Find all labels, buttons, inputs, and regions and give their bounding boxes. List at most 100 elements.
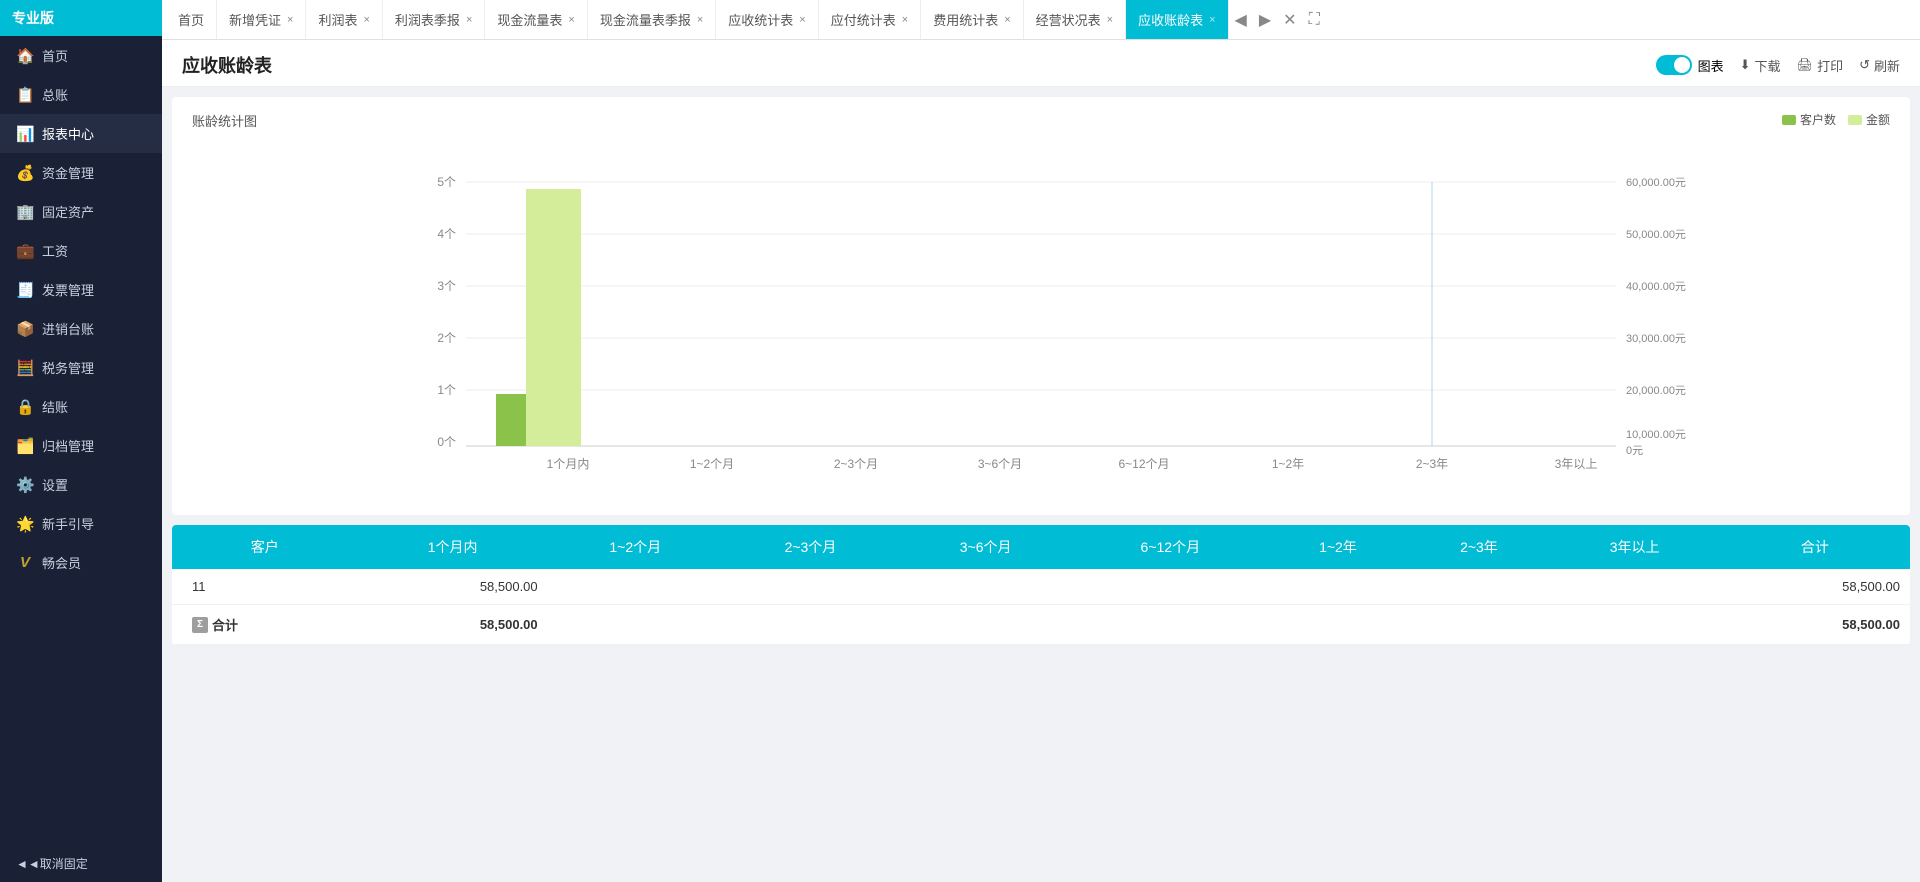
fund-icon: 💰	[16, 164, 34, 182]
inventory-icon: 📦	[16, 320, 34, 338]
print-button[interactable]: 🖨 打印	[1797, 56, 1844, 75]
chart-toggle-label: 图表	[1698, 56, 1724, 75]
tab-home[interactable]: 首页	[166, 0, 217, 40]
tab-expense-stat-close[interactable]: ×	[1004, 14, 1010, 26]
table-header-row: 客户 1个月内 1~2个月 2~3个月 3~6个月 6~12个月 1~2年 2~…	[172, 525, 1910, 569]
sidebar-item-label: 固定资产	[42, 202, 94, 221]
total-label: 合计	[212, 615, 238, 634]
sidebar-item-settings[interactable]: ⚙️ 设置	[0, 465, 162, 504]
tab-close-all-button[interactable]: ✕	[1277, 0, 1302, 40]
legend-customer: 客户数	[1782, 111, 1836, 128]
svg-text:30,000.00元: 30,000.00元	[1626, 333, 1686, 345]
tab-operation-stat-label: 经营状况表	[1036, 10, 1101, 29]
svg-text:60,000.00元: 60,000.00元	[1626, 177, 1686, 189]
tab-next-button[interactable]: ▶	[1253, 0, 1277, 40]
legend-customer-color	[1782, 115, 1796, 125]
tab-expense-stat-label: 费用统计表	[933, 10, 998, 29]
sidebar-item-asset[interactable]: 🏢 固定资产	[0, 192, 162, 231]
sidebar-unpin-button[interactable]: ◄◄取消固定	[0, 845, 162, 882]
sidebar-item-member[interactable]: V 畅会员	[0, 543, 162, 582]
sidebar-item-label: 新手引导	[42, 514, 94, 533]
cell-year12	[1267, 569, 1408, 605]
main-content: 首页 新增凭证 × 利润表 × 利润表季报 × 现金流量表 × 现金流量表季报 …	[162, 0, 1920, 882]
col-month36: 3~6个月	[898, 525, 1073, 569]
sidebar-item-label: 归档管理	[42, 436, 94, 455]
tab-receivable-stat[interactable]: 应收统计表 ×	[716, 0, 818, 40]
settings-icon: ⚙️	[16, 476, 34, 494]
tab-cashflow-close[interactable]: ×	[568, 14, 574, 26]
sidebar-item-archive[interactable]: 🗂️ 归档管理	[0, 426, 162, 465]
svg-text:1个月内: 1个月内	[547, 457, 590, 471]
total-month612	[1073, 605, 1267, 645]
page-actions: 图表 ⬇ 下载 🖨 打印 ↺ 刷新	[1656, 55, 1900, 75]
tab-cashflow-quarter[interactable]: 现金流量表季报 ×	[588, 0, 716, 40]
tab-payable-stat-label: 应付统计表	[831, 10, 896, 29]
svg-text:3年以上: 3年以上	[1555, 457, 1598, 471]
legend-amount: 金额	[1848, 111, 1890, 128]
guide-icon: 🌟	[16, 515, 34, 533]
report-icon: 📊	[16, 125, 34, 143]
tab-expense-stat[interactable]: 费用统计表 ×	[921, 0, 1023, 40]
tab-operation-stat-close[interactable]: ×	[1107, 14, 1113, 26]
page-header: 应收账龄表 图表 ⬇ 下载 🖨 打印 ↺ 刷新	[162, 40, 1920, 87]
tab-prev-button[interactable]: ◀	[1229, 0, 1253, 40]
sidebar-item-label: 工资	[42, 241, 68, 260]
refresh-button[interactable]: ↺ 刷新	[1859, 56, 1900, 75]
asset-icon: 🏢	[16, 203, 34, 221]
sidebar-item-close[interactable]: 🔒 结账	[0, 387, 162, 426]
tabbar: 首页 新增凭证 × 利润表 × 利润表季报 × 现金流量表 × 现金流量表季报 …	[162, 0, 1920, 40]
tab-payable-stat[interactable]: 应付统计表 ×	[819, 0, 921, 40]
download-icon: ⬇	[1740, 57, 1751, 73]
tab-cashflow-quarter-close[interactable]: ×	[697, 14, 703, 26]
bar-amount-1	[526, 189, 581, 446]
svg-text:1~2个月: 1~2个月	[690, 457, 734, 471]
tab-voucher-close[interactable]: ×	[287, 14, 293, 26]
sidebar-item-label: 总账	[42, 85, 68, 104]
tab-voucher[interactable]: 新增凭证 ×	[217, 0, 306, 40]
sidebar-item-invoice[interactable]: 🧾 发票管理	[0, 270, 162, 309]
sidebar-item-label: 资金管理	[42, 163, 94, 182]
sidebar-item-ledger[interactable]: 📋 总账	[0, 75, 162, 114]
chart-toggle[interactable]: 图表	[1656, 55, 1724, 75]
tab-profit[interactable]: 利润表 ×	[306, 0, 382, 40]
chart-legend: 客户数 金额	[1782, 111, 1890, 128]
unpin-label: ◄◄取消固定	[16, 855, 88, 872]
tab-profit-close[interactable]: ×	[363, 14, 369, 26]
bar-customer-1	[496, 394, 526, 446]
sidebar-item-salary[interactable]: 💼 工资	[0, 231, 162, 270]
print-icon: 🖨	[1797, 57, 1814, 73]
svg-text:2个: 2个	[437, 331, 456, 345]
col-year12: 1~2年	[1267, 525, 1408, 569]
table-row: 11 58,500.00 58,500.00	[172, 569, 1910, 605]
tab-aging-label: 应收账龄表	[1138, 10, 1203, 29]
tab-profit-quarter[interactable]: 利润表季报 ×	[383, 0, 485, 40]
svg-text:0元: 0元	[1626, 445, 1643, 457]
sidebar-item-report[interactable]: 📊 报表中心	[0, 114, 162, 153]
tab-payable-stat-close[interactable]: ×	[902, 14, 908, 26]
sidebar-item-fund[interactable]: 💰 资金管理	[0, 153, 162, 192]
tab-aging-close[interactable]: ×	[1209, 14, 1215, 26]
chart-toggle-switch[interactable]	[1656, 55, 1692, 75]
sidebar-item-label: 结账	[42, 397, 68, 416]
cell-month12	[548, 569, 723, 605]
col-month12: 1~2个月	[548, 525, 723, 569]
tab-receivable-stat-close[interactable]: ×	[799, 14, 805, 26]
download-button[interactable]: ⬇ 下载	[1740, 56, 1781, 75]
sidebar-item-home[interactable]: 🏠 首页	[0, 36, 162, 75]
svg-text:3~6个月: 3~6个月	[978, 457, 1022, 471]
tab-cashflow[interactable]: 现金流量表 ×	[485, 0, 587, 40]
tab-expand-button[interactable]: ⛶	[1303, 0, 1326, 40]
legend-amount-color	[1848, 115, 1862, 125]
svg-text:6~12个月: 6~12个月	[1118, 457, 1169, 471]
total-label-cell: Σ 合计	[172, 605, 358, 644]
tab-receivable-stat-label: 应收统计表	[728, 10, 793, 29]
member-icon: V	[16, 554, 34, 571]
total-month36	[898, 605, 1073, 645]
tab-aging[interactable]: 应收账龄表 ×	[1126, 0, 1228, 40]
tab-operation-stat[interactable]: 经营状况表 ×	[1024, 0, 1126, 40]
sidebar-item-guide[interactable]: 🌟 新手引导	[0, 504, 162, 543]
total-year12	[1267, 605, 1408, 645]
sidebar-item-inventory[interactable]: 📦 进销台账	[0, 309, 162, 348]
tab-profit-quarter-close[interactable]: ×	[466, 14, 472, 26]
sidebar-item-tax[interactable]: 🧮 税务管理	[0, 348, 162, 387]
